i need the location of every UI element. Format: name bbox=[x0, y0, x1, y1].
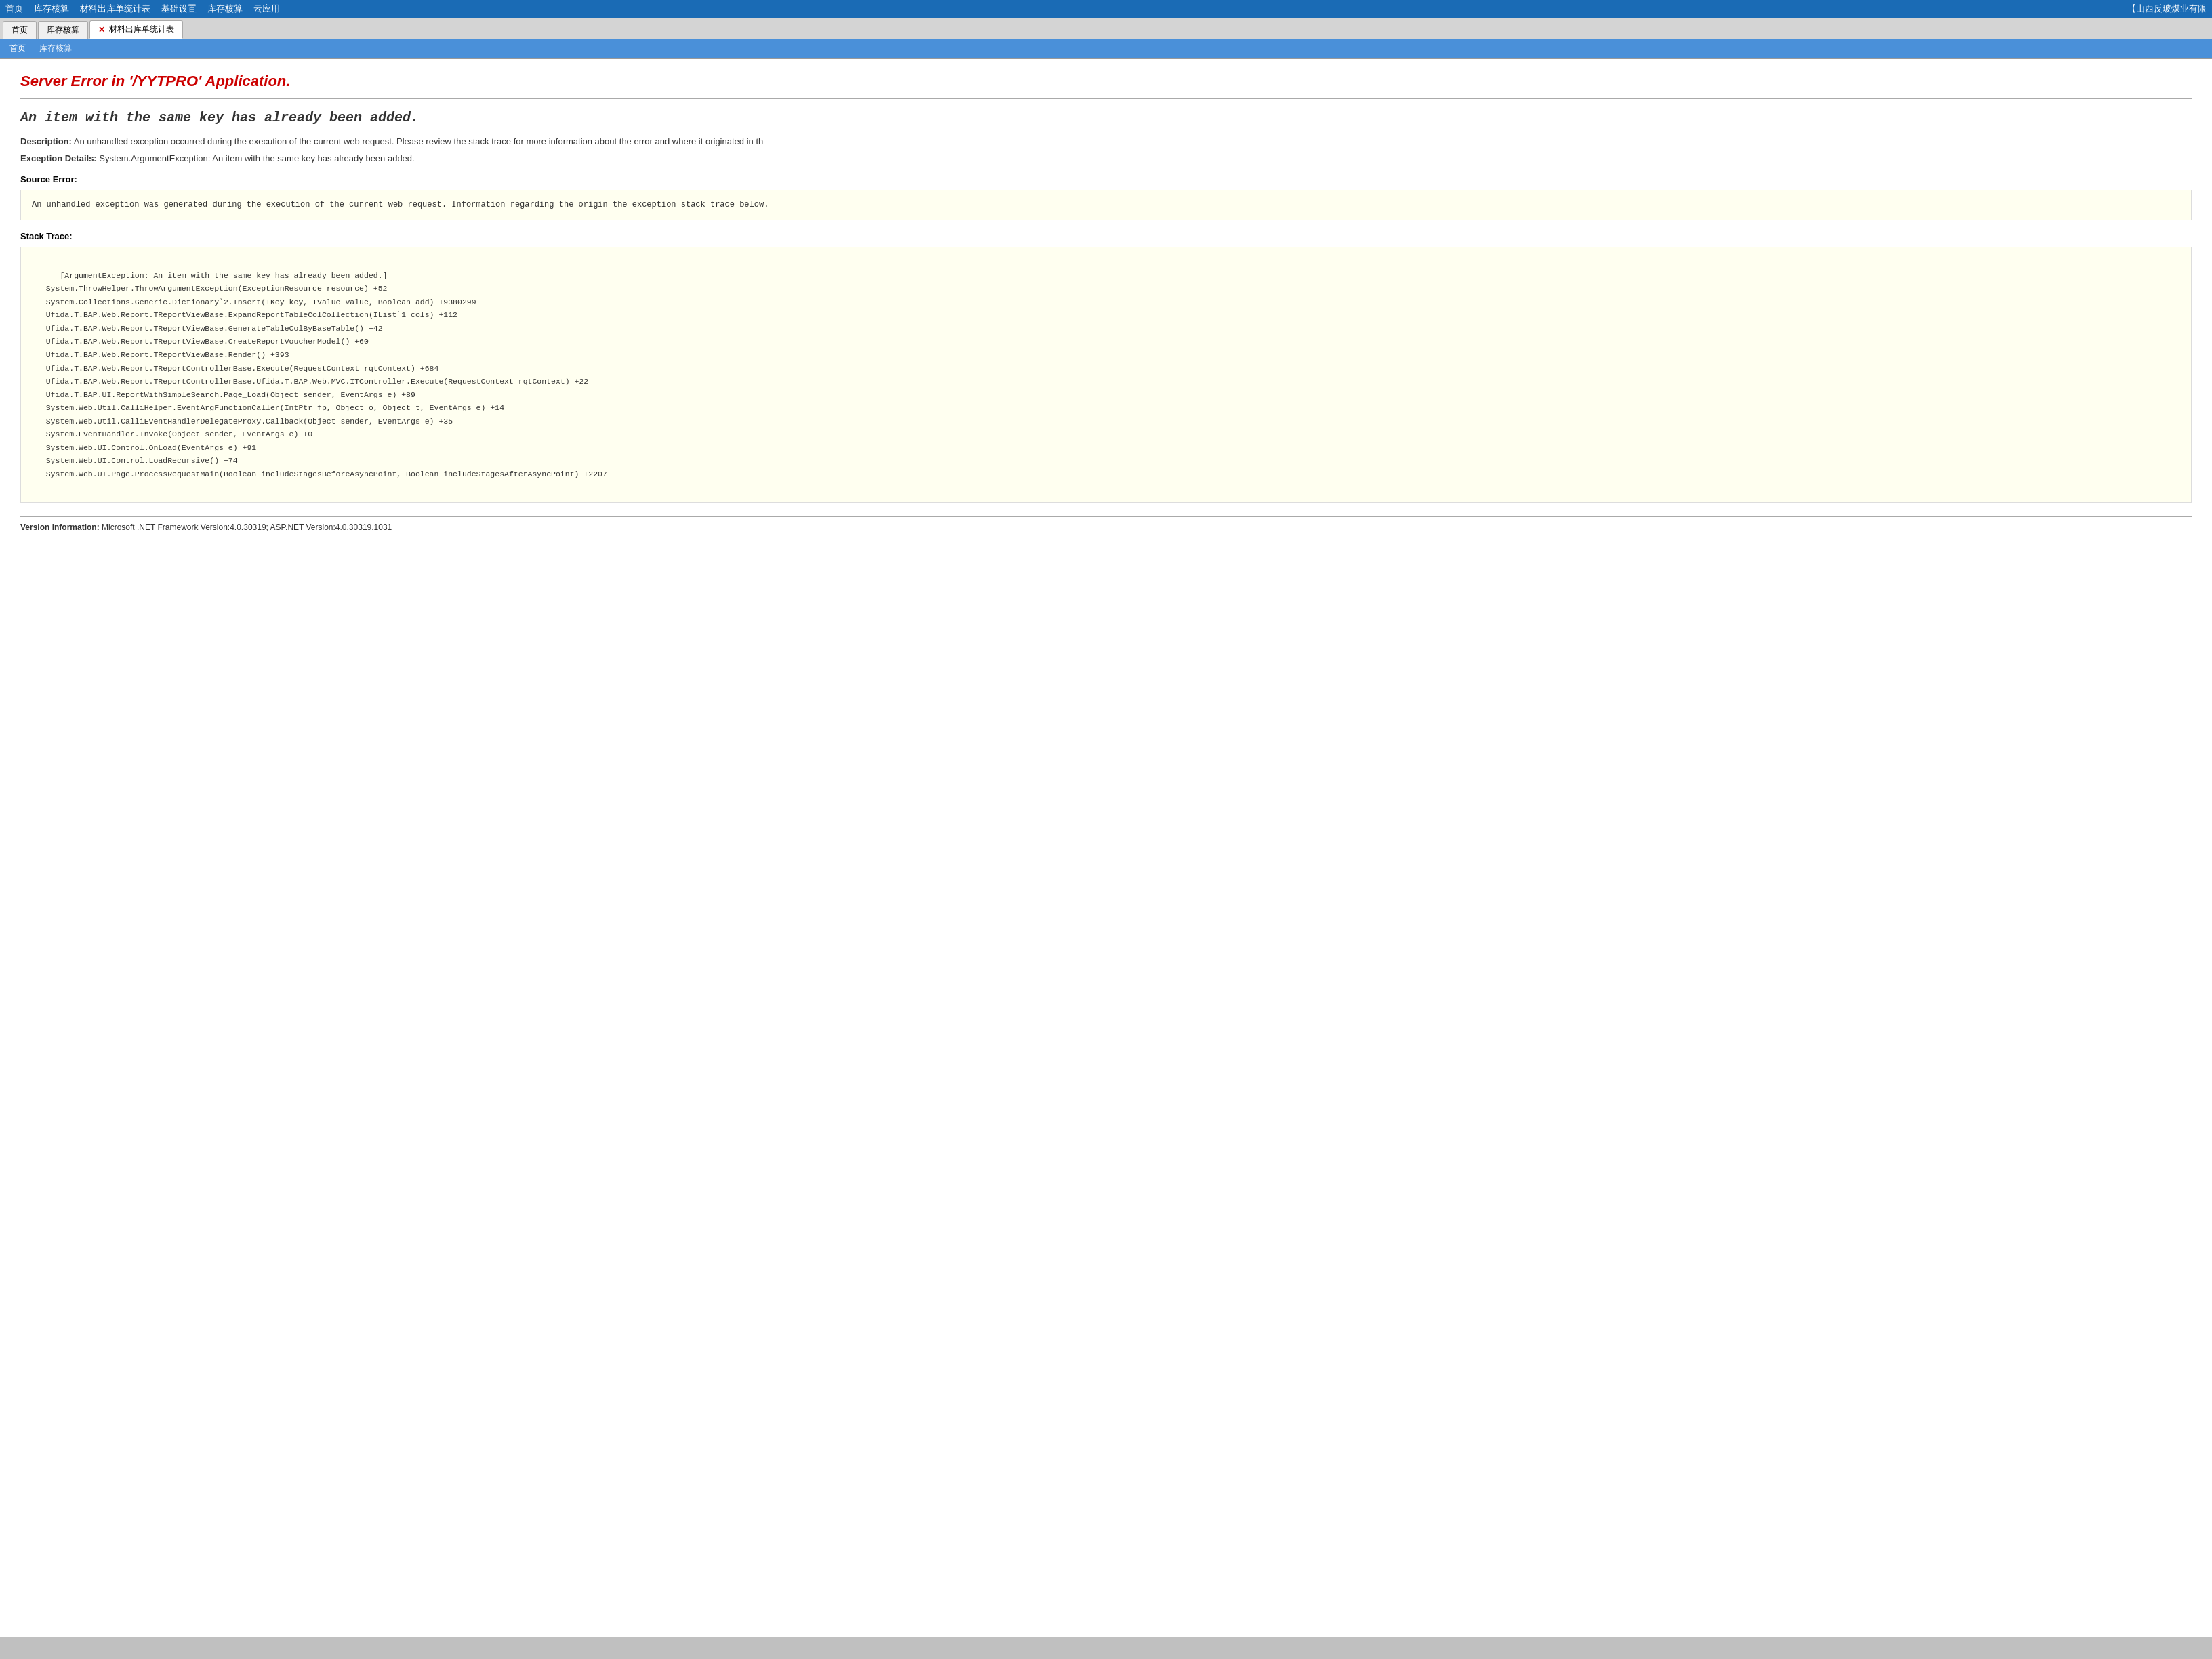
description-section: Description: An unhandled exception occu… bbox=[20, 136, 2192, 146]
version-text: Microsoft .NET Framework Version:4.0.303… bbox=[102, 523, 392, 532]
tab-materials-label: 材料出库单统计表 bbox=[109, 24, 174, 35]
tab-inventory[interactable]: 库存核算 bbox=[38, 21, 88, 39]
top-nav-left: 首页 库存核算 材料出库单统计表 基础设置 库存核算 云应用 bbox=[5, 3, 280, 15]
sub-nav-inventory[interactable]: 库存核算 bbox=[35, 41, 76, 56]
source-error-text: An unhandled exception was generated dur… bbox=[32, 200, 769, 209]
nav-item-cloud[interactable]: 云应用 bbox=[253, 3, 280, 15]
nav-item-home[interactable]: 首页 bbox=[5, 3, 23, 15]
tab-home-label: 首页 bbox=[12, 24, 28, 36]
tab-close-icon[interactable]: ✕ bbox=[98, 25, 105, 35]
page-content: Server Error in '/YYTPRO' Application. A… bbox=[0, 59, 2212, 1637]
browser-chrome: 首页 库存核算 材料出库单统计表 基础设置 库存核算 云应用 【山西反玻煤业有限… bbox=[0, 0, 2212, 59]
nav-item-inventory[interactable]: 库存核算 bbox=[34, 3, 69, 15]
source-error-box: An unhandled exception was generated dur… bbox=[20, 190, 2192, 220]
description-label: Description: bbox=[20, 136, 72, 146]
tab-home[interactable]: 首页 bbox=[3, 21, 37, 39]
exception-label: Exception Details: bbox=[20, 153, 97, 163]
stack-trace-text: [ArgumentException: An item with the sam… bbox=[32, 271, 607, 478]
version-info: Version Information: Microsoft .NET Fram… bbox=[20, 516, 2192, 532]
tab-inventory-label: 库存核算 bbox=[47, 24, 79, 36]
source-error-label: Source Error: bbox=[20, 174, 2192, 184]
exception-text: System.ArgumentException: An item with t… bbox=[99, 153, 414, 163]
stack-trace-box: [ArgumentException: An item with the sam… bbox=[20, 247, 2192, 503]
description-text: An unhandled exception occurred during t… bbox=[74, 136, 763, 146]
tab-materials-active[interactable]: ✕ 材料出库单统计表 bbox=[89, 20, 183, 39]
sub-nav-bar: 首页 库存核算 bbox=[0, 39, 2212, 58]
tab-bar: 首页 库存核算 ✕ 材料出库单统计表 bbox=[0, 18, 2212, 39]
stack-trace-label: Stack Trace: bbox=[20, 231, 2192, 241]
error-title: Server Error in '/YYTPRO' Application. bbox=[20, 73, 2192, 99]
top-nav-bar: 首页 库存核算 材料出库单统计表 基础设置 库存核算 云应用 【山西反玻煤业有限 bbox=[0, 0, 2212, 18]
nav-item-settings[interactable]: 基础设置 bbox=[161, 3, 197, 15]
stack-trace-section: Stack Trace: [ArgumentException: An item… bbox=[20, 231, 2192, 503]
version-label: Version Information: bbox=[20, 523, 100, 532]
error-subtitle: An item with the same key has already be… bbox=[20, 110, 2192, 125]
nav-item-stock[interactable]: 库存核算 bbox=[207, 3, 243, 15]
exception-section: Exception Details: System.ArgumentExcept… bbox=[20, 153, 2192, 163]
source-error-section: Source Error: An unhandled exception was… bbox=[20, 174, 2192, 220]
nav-item-materials[interactable]: 材料出库单统计表 bbox=[80, 3, 150, 15]
company-name: 【山西反玻煤业有限 bbox=[2127, 3, 2207, 15]
sub-nav-home[interactable]: 首页 bbox=[5, 41, 30, 56]
